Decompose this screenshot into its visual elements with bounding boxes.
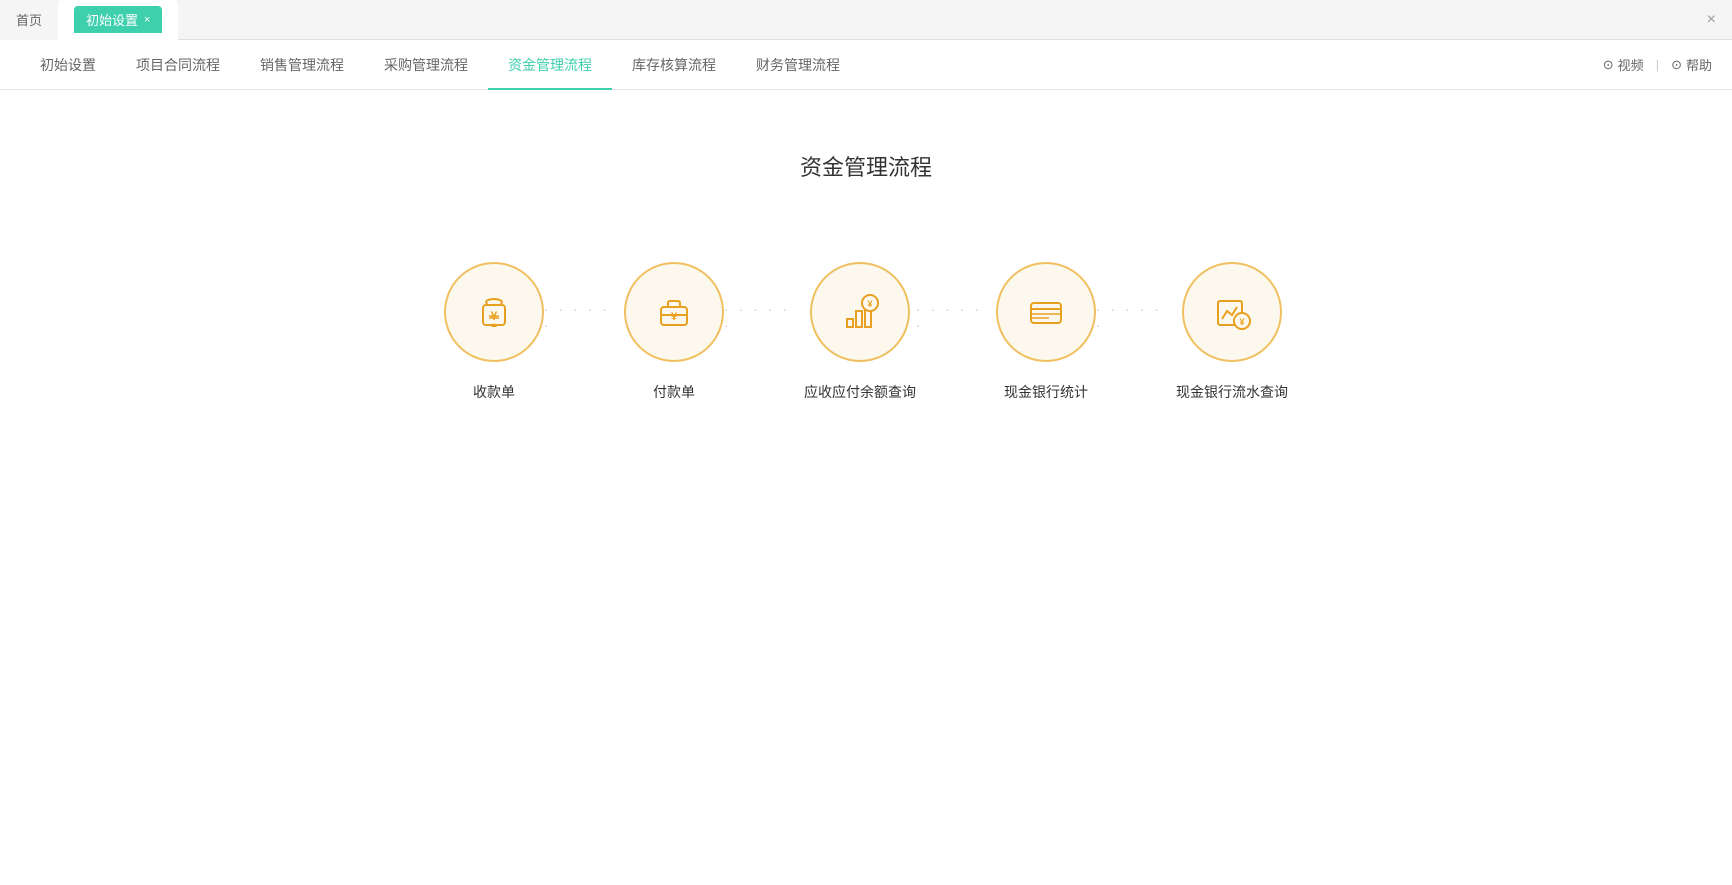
help-link[interactable]: ⊙ 帮助 <box>1671 55 1712 74</box>
tab-close-icon[interactable]: × <box>144 14 150 26</box>
nav-item-finance[interactable]: 财务管理流程 <box>736 40 860 90</box>
app-container: 首页 初始设置 × × 初始设置 项目合同流程 销售管理流程 采购管理流程 资金… <box>0 0 1732 885</box>
flow-item-bank-stat[interactable]: 现金银行统计 <box>996 262 1096 402</box>
nav-item-sales[interactable]: 销售管理流程 <box>240 40 364 90</box>
nav-bar: 初始设置 项目合同流程 销售管理流程 采购管理流程 资金管理流程 库存核算流程 … <box>0 40 1732 90</box>
flow-label-bank-stat: 现金银行统计 <box>1004 382 1088 402</box>
tab-home[interactable]: 首页 <box>0 0 58 40</box>
flow-item-bank-flow[interactable]: ¥ 现金银行流水查询 <box>1176 262 1288 402</box>
balance-icon: ¥ <box>835 287 885 337</box>
payment-icon: ¥ <box>649 287 699 337</box>
flow-circle-balance: ¥ <box>810 262 910 362</box>
flow-circle-receipt: ¥ <box>444 262 544 362</box>
flow-label-payment: 付款单 <box>653 382 695 402</box>
video-label: 视频 <box>1618 55 1644 74</box>
tab-bar: 首页 初始设置 × × <box>0 0 1732 40</box>
nav-item-inventory[interactable]: 库存核算流程 <box>612 40 736 90</box>
connector-3: · · · · · · <box>916 301 996 333</box>
flow-circle-bank-stat <box>996 262 1096 362</box>
nav-divider: | <box>1656 57 1659 72</box>
help-icon: ⊙ <box>1671 57 1682 73</box>
flow-label-receipt: 收款单 <box>473 382 515 402</box>
flow-item-balance[interactable]: ¥ 应收应付余额查询 <box>804 262 916 402</box>
page-title: 资金管理流程 <box>800 150 932 182</box>
connector-1: · · · · · · <box>544 301 624 333</box>
flow-circle-bank-flow: ¥ <box>1182 262 1282 362</box>
nav-item-initial[interactable]: 初始设置 <box>20 40 116 90</box>
bank-stat-icon <box>1021 287 1071 337</box>
video-link[interactable]: ⊙ 视频 <box>1603 55 1644 74</box>
svg-text:¥: ¥ <box>1239 317 1244 327</box>
receipt-icon: ¥ <box>469 287 519 337</box>
main-content: 初始设置 项目合同流程 销售管理流程 采购管理流程 资金管理流程 库存核算流程 … <box>0 40 1732 885</box>
svg-text:¥: ¥ <box>671 311 678 323</box>
nav-item-project[interactable]: 项目合同流程 <box>116 40 240 90</box>
page-content: 资金管理流程 ¥ <box>0 90 1732 885</box>
nav-right: ⊙ 视频 | ⊙ 帮助 <box>1603 55 1712 74</box>
nav-item-purchase[interactable]: 采购管理流程 <box>364 40 488 90</box>
flow-circle-payment: ¥ <box>624 262 724 362</box>
tab-active[interactable]: 初始设置 × <box>58 0 178 40</box>
connector-4: · · · · · · <box>1096 301 1176 333</box>
active-tab-label: 初始设置 <box>86 10 138 29</box>
flow-label-bank-flow: 现金银行流水查询 <box>1176 382 1288 402</box>
flow-item-payment[interactable]: ¥ 付款单 <box>624 262 724 402</box>
flow-label-balance: 应收应付余额查询 <box>804 382 916 402</box>
bank-flow-icon: ¥ <box>1207 287 1257 337</box>
help-label: 帮助 <box>1686 55 1712 74</box>
video-icon: ⊙ <box>1603 57 1614 73</box>
connector-2: · · · · · · <box>724 301 804 333</box>
svg-text:¥: ¥ <box>867 299 872 309</box>
flow-container: ¥ 收款单 · · · · · · <box>444 262 1288 402</box>
flow-item-receipt[interactable]: ¥ 收款单 <box>444 262 544 402</box>
window-close-button[interactable]: × <box>1691 0 1732 40</box>
nav-item-capital[interactable]: 资金管理流程 <box>488 40 612 90</box>
